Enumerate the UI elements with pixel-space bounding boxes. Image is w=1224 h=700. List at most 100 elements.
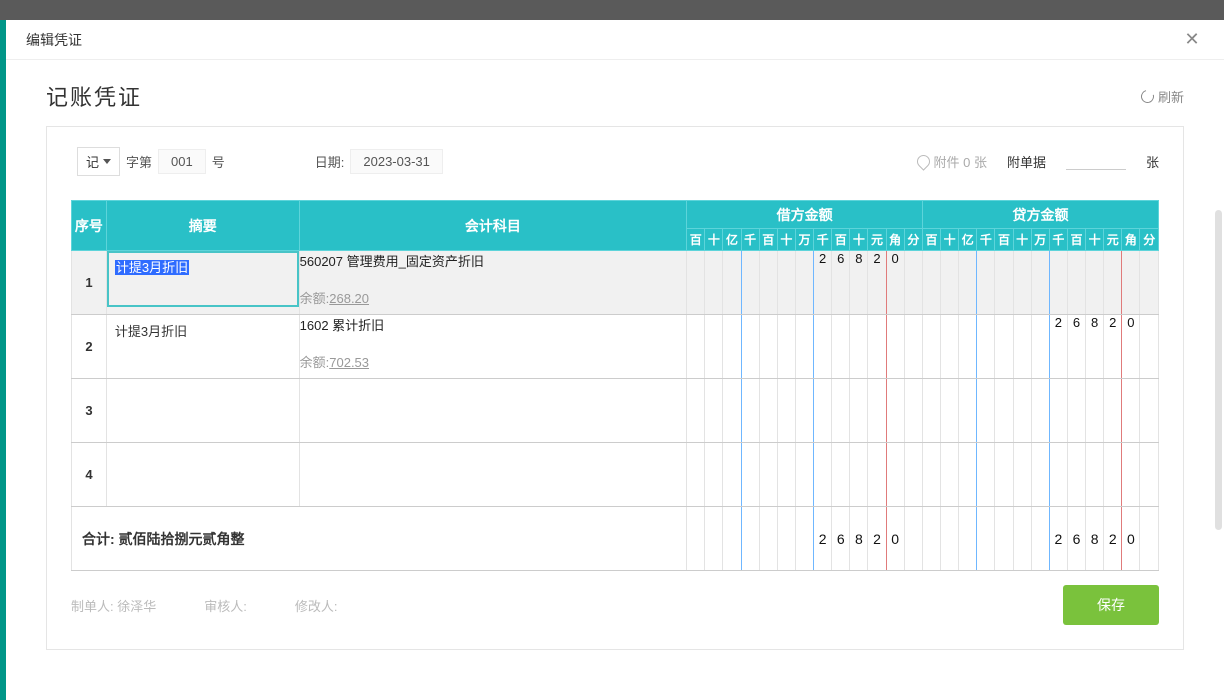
save-button[interactable]: 保存 xyxy=(1063,585,1159,625)
digit-cell[interactable] xyxy=(1086,379,1104,443)
digit-cell[interactable] xyxy=(886,379,904,443)
digit-cell[interactable] xyxy=(1104,443,1122,507)
digit-cell[interactable] xyxy=(941,251,959,315)
account-cell[interactable]: 560207 管理费用_固定资产折旧 余额:268.20 xyxy=(299,251,687,315)
digit-cell[interactable] xyxy=(759,443,777,507)
digit-cell[interactable] xyxy=(777,379,795,443)
digit-cell[interactable] xyxy=(868,443,886,507)
summary-input[interactable]: 计提3月折旧 xyxy=(107,251,299,307)
digit-cell[interactable]: 0 xyxy=(886,507,904,571)
digit-cell[interactable] xyxy=(814,315,832,379)
digit-cell[interactable]: 8 xyxy=(850,251,868,315)
digit-cell[interactable] xyxy=(922,443,940,507)
digit-cell[interactable]: 0 xyxy=(1122,315,1140,379)
digit-cell[interactable] xyxy=(941,507,959,571)
digit-cell[interactable] xyxy=(995,507,1013,571)
digit-cell[interactable] xyxy=(977,443,995,507)
digit-cell[interactable] xyxy=(1086,251,1104,315)
digit-cell[interactable] xyxy=(741,379,759,443)
digit-cell[interactable] xyxy=(959,507,977,571)
digit-cell[interactable]: 2 xyxy=(1104,315,1122,379)
digit-cell[interactable] xyxy=(777,251,795,315)
digit-cell[interactable] xyxy=(922,315,940,379)
digit-cell[interactable] xyxy=(759,507,777,571)
digit-cell[interactable] xyxy=(904,315,922,379)
digit-cell[interactable] xyxy=(741,507,759,571)
digit-cell[interactable] xyxy=(977,507,995,571)
digit-cell[interactable] xyxy=(1031,251,1049,315)
digit-cell[interactable] xyxy=(977,251,995,315)
digit-cell[interactable] xyxy=(977,315,995,379)
digit-cell[interactable]: 6 xyxy=(832,251,850,315)
account-cell[interactable] xyxy=(299,379,687,443)
digit-cell[interactable] xyxy=(687,379,705,443)
digit-cell[interactable] xyxy=(904,251,922,315)
digit-cell[interactable] xyxy=(687,315,705,379)
digit-cell[interactable] xyxy=(977,379,995,443)
digit-cell[interactable] xyxy=(1013,315,1031,379)
digit-cell[interactable] xyxy=(959,443,977,507)
digit-cell[interactable]: 2 xyxy=(814,507,832,571)
digit-cell[interactable]: 2 xyxy=(1049,507,1067,571)
close-button[interactable]: ✕ xyxy=(1180,28,1204,52)
digit-cell[interactable] xyxy=(922,507,940,571)
digit-cell[interactable] xyxy=(959,315,977,379)
scrollbar[interactable] xyxy=(1215,210,1222,530)
digit-cell[interactable] xyxy=(959,379,977,443)
digit-cell[interactable] xyxy=(795,251,813,315)
digit-cell[interactable] xyxy=(1122,443,1140,507)
digit-cell[interactable] xyxy=(687,507,705,571)
summary-cell[interactable] xyxy=(106,443,299,507)
digit-cell[interactable] xyxy=(759,379,777,443)
digit-cell[interactable] xyxy=(1013,507,1031,571)
digit-cell[interactable] xyxy=(1140,315,1159,379)
digit-cell[interactable]: 2 xyxy=(1049,315,1067,379)
digit-cell[interactable] xyxy=(723,379,741,443)
digit-cell[interactable] xyxy=(723,251,741,315)
digit-cell[interactable] xyxy=(959,251,977,315)
digit-cell[interactable] xyxy=(741,315,759,379)
digit-cell[interactable] xyxy=(1122,379,1140,443)
digit-cell[interactable] xyxy=(1122,251,1140,315)
digit-cell[interactable]: 2 xyxy=(868,507,886,571)
digit-cell[interactable]: 6 xyxy=(832,507,850,571)
digit-cell[interactable] xyxy=(1031,379,1049,443)
digit-cell[interactable] xyxy=(1049,379,1067,443)
digit-cell[interactable]: 2 xyxy=(868,251,886,315)
receipt-count-input[interactable] xyxy=(1066,154,1126,170)
digit-cell[interactable] xyxy=(759,315,777,379)
digit-cell[interactable] xyxy=(832,379,850,443)
digit-cell[interactable] xyxy=(868,315,886,379)
digit-cell[interactable]: 8 xyxy=(1086,315,1104,379)
digit-cell[interactable] xyxy=(995,251,1013,315)
digit-cell[interactable] xyxy=(1140,379,1159,443)
digit-cell[interactable] xyxy=(850,315,868,379)
attachment-button[interactable]: 附件 0 张 xyxy=(917,152,987,171)
digit-cell[interactable] xyxy=(995,315,1013,379)
digit-cell[interactable] xyxy=(723,315,741,379)
digit-cell[interactable] xyxy=(705,507,723,571)
digit-cell[interactable] xyxy=(1086,443,1104,507)
digit-cell[interactable]: 0 xyxy=(1122,507,1140,571)
digit-cell[interactable] xyxy=(1031,507,1049,571)
digit-cell[interactable]: 2 xyxy=(814,251,832,315)
digit-cell[interactable] xyxy=(705,443,723,507)
digit-cell[interactable] xyxy=(1067,251,1085,315)
digit-cell[interactable] xyxy=(850,379,868,443)
digit-cell[interactable] xyxy=(1140,507,1159,571)
digit-cell[interactable] xyxy=(904,443,922,507)
digit-cell[interactable] xyxy=(868,379,886,443)
digit-cell[interactable] xyxy=(941,379,959,443)
digit-cell[interactable]: 8 xyxy=(1086,507,1104,571)
digit-cell[interactable] xyxy=(922,379,940,443)
digit-cell[interactable] xyxy=(922,251,940,315)
digit-cell[interactable]: 2 xyxy=(1104,507,1122,571)
voucher-number-input[interactable]: 001 xyxy=(158,149,206,174)
digit-cell[interactable] xyxy=(1031,443,1049,507)
refresh-button[interactable]: 刷新 xyxy=(1141,87,1184,106)
digit-cell[interactable] xyxy=(795,379,813,443)
digit-cell[interactable] xyxy=(723,507,741,571)
digit-cell[interactable] xyxy=(705,379,723,443)
digit-cell[interactable]: 6 xyxy=(1067,315,1085,379)
digit-cell[interactable] xyxy=(1140,443,1159,507)
